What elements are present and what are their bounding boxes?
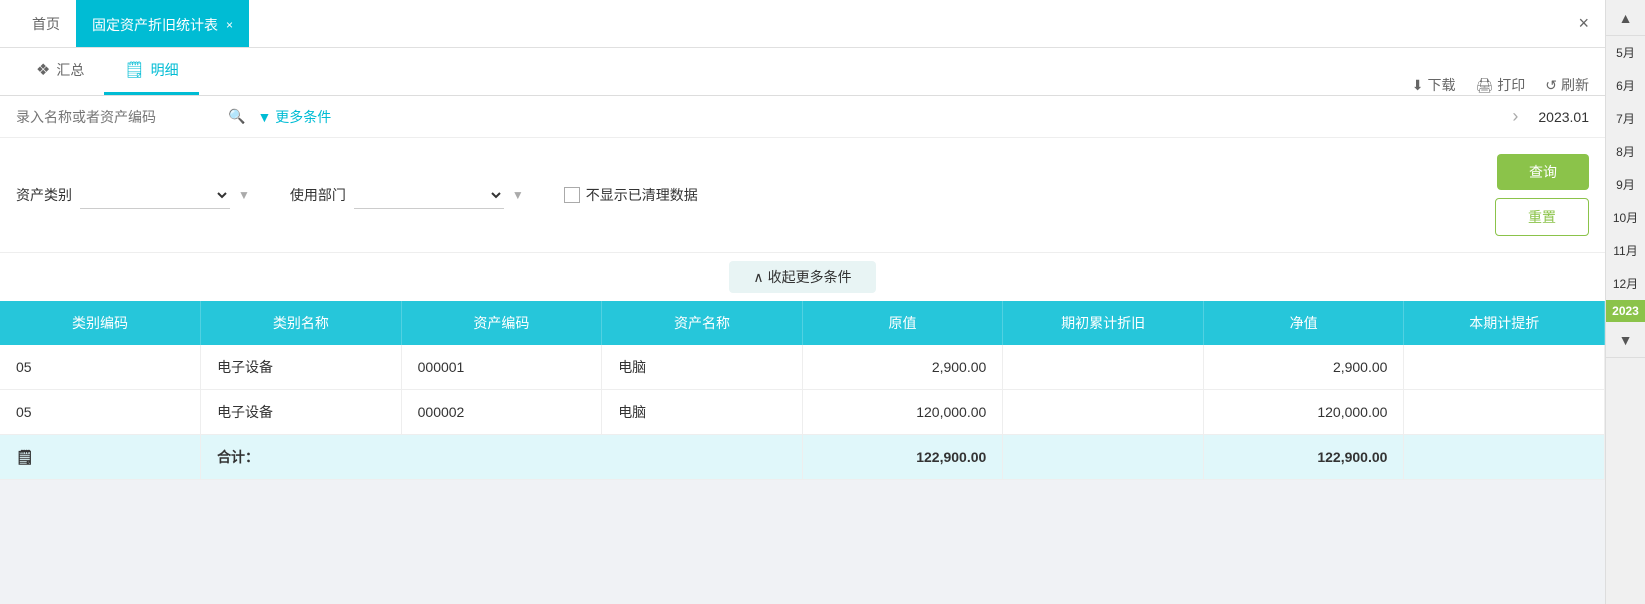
cell-asset-code: 000001 (401, 345, 602, 390)
department-label: 使用部门 (290, 185, 346, 205)
total-original: 122,900.00 (802, 435, 1003, 480)
expand-collapse-button[interactable]: › (1512, 106, 1518, 127)
cell-asset-name: 电脑 (602, 345, 803, 390)
col-accumulated-depr: 期初累计折旧 (1003, 301, 1204, 345)
col-category-code: 类别编码 (0, 301, 201, 345)
active-tab[interactable]: 固定资产折旧统计表 × (76, 0, 249, 47)
data-table: 类别编码 类别名称 资产编码 资产名称 原值 期初累计折旧 净值 本期计提折 0… (0, 301, 1605, 480)
total-label: 合计： (201, 435, 803, 480)
cell-original-value: 2,900.00 (802, 345, 1003, 390)
print-label: 打印 (1497, 75, 1525, 95)
cell-category-name: 电子设备 (201, 345, 402, 390)
collapse-label: 收起更多条件 (768, 267, 852, 287)
filter-icon: ▼ (257, 109, 271, 125)
search-bar: 🔍 ▼ 更多条件 › 2023.01 (0, 96, 1605, 138)
total-current (1404, 435, 1605, 480)
download-label: 下载 (1427, 75, 1455, 95)
collapse-more-button[interactable]: ∧ 收起更多条件 (729, 261, 875, 293)
cell-asset-name: 电脑 (602, 390, 803, 435)
summary-icon: ❖ (36, 60, 50, 80)
close-tab-button[interactable]: × (226, 18, 233, 32)
cell-category-code: 05 (0, 345, 201, 390)
sidebar-up-arrow[interactable]: ▲ (1606, 0, 1645, 36)
collapse-icon: ∧ (753, 269, 763, 286)
download-icon: ⬇ (1412, 77, 1424, 94)
right-sidebar: ▲ 5月6月7月8月9月10月11月12月 2023 ▼ (1605, 0, 1645, 604)
sidebar-month-item[interactable]: 9月 (1613, 168, 1638, 201)
asset-type-arrow: ▼ (238, 188, 250, 202)
refresh-label: 刷新 (1561, 75, 1589, 95)
tab-summary-label: 汇总 (56, 60, 84, 80)
total-icon: 🗒 (0, 435, 201, 480)
filter-button[interactable]: ▼ 更多条件 (257, 107, 331, 127)
department-select[interactable] (354, 182, 504, 209)
cell-original-value: 120,000.00 (802, 390, 1003, 435)
print-button[interactable]: 🖨 打印 (1475, 75, 1525, 95)
date-display: 2023.01 (1538, 109, 1589, 125)
cell-category-code: 05 (0, 390, 201, 435)
refresh-icon: ↺ (1545, 77, 1557, 94)
home-nav[interactable]: 首页 (16, 0, 76, 47)
col-asset-name: 资产名称 (602, 301, 803, 345)
asset-type-select[interactable] (80, 182, 230, 209)
table-row: 05 电子设备 000002 电脑 120,000.00 120,000.00 (0, 390, 1605, 435)
cell-net-value: 2,900.00 (1203, 345, 1404, 390)
table-header-row: 类别编码 类别名称 资产编码 资产名称 原值 期初累计折旧 净值 本期计提折 (0, 301, 1605, 345)
tab-bar: ❖ 汇总 🗒 明细 ⬇ 下载 🖨 打印 ↺ 刷新 (0, 48, 1605, 96)
col-asset-code: 资产编码 (401, 301, 602, 345)
hide-cleared-label: 不显示已清理数据 (586, 185, 698, 205)
tab-summary[interactable]: ❖ 汇总 (16, 48, 104, 95)
department-field: 使用部门 ▼ (290, 182, 524, 209)
table-row: 05 电子设备 000001 电脑 2,900.00 2,900.00 (0, 345, 1605, 390)
tab-detail[interactable]: 🗒 明细 (104, 48, 198, 95)
collapse-more-bar: ∧ 收起更多条件 (0, 253, 1605, 301)
cell-accumulated-depr (1003, 345, 1204, 390)
col-net-value: 净值 (1203, 301, 1404, 345)
query-button[interactable]: 查询 (1497, 154, 1589, 190)
filter-label: 更多条件 (275, 107, 331, 127)
window-close-button[interactable]: × (1578, 13, 1589, 34)
detail-icon: 🗒 (124, 60, 144, 80)
sidebar-month-item[interactable]: 7月 (1613, 102, 1638, 135)
col-current-depr: 本期计提折 (1404, 301, 1605, 345)
sidebar-month-item[interactable]: 11月 (1613, 234, 1638, 267)
cell-asset-code: 000002 (401, 390, 602, 435)
download-button[interactable]: ⬇ 下载 (1412, 75, 1456, 95)
cell-category-name: 电子设备 (201, 390, 402, 435)
data-table-container: 类别编码 类别名称 资产编码 资产名称 原值 期初累计折旧 净值 本期计提折 0… (0, 301, 1605, 480)
table-total-row: 🗒 合计： 122,900.00 122,900.00 (0, 435, 1605, 480)
hide-cleared-checkbox[interactable] (564, 187, 580, 203)
filter-panel: 资产类别 ▼ 使用部门 ▼ 不显示已清理数据 查询 重置 (0, 138, 1605, 253)
cell-current-depr (1404, 390, 1605, 435)
refresh-button[interactable]: ↺ 刷新 (1545, 75, 1589, 95)
cell-accumulated-depr (1003, 390, 1204, 435)
search-input[interactable] (16, 109, 216, 125)
asset-type-label: 资产类别 (16, 185, 72, 205)
sidebar-month-item[interactable]: 5月 (1613, 36, 1638, 69)
total-net-value: 122,900.00 (1203, 435, 1404, 480)
sidebar-month-item[interactable]: 8月 (1613, 135, 1638, 168)
department-arrow: ▼ (512, 188, 524, 202)
search-icon[interactable]: 🔍 (228, 108, 245, 125)
print-icon: 🖨 (1475, 77, 1493, 94)
sidebar-month-item[interactable]: 12月 (1613, 267, 1638, 300)
tab-detail-label: 明细 (151, 60, 179, 80)
cell-net-value: 120,000.00 (1203, 390, 1404, 435)
hide-cleared-field[interactable]: 不显示已清理数据 (564, 185, 698, 205)
cell-current-depr (1404, 345, 1605, 390)
col-original-value: 原值 (802, 301, 1003, 345)
total-accumulated (1003, 435, 1204, 480)
sidebar-month-item[interactable]: 10月 (1613, 201, 1638, 234)
sidebar-down-arrow[interactable]: ▼ (1606, 322, 1645, 358)
col-category-name: 类别名称 (201, 301, 402, 345)
tab-title: 固定资产折旧统计表 (92, 15, 218, 35)
sidebar-year-badge: 2023 (1606, 300, 1645, 322)
asset-type-field: 资产类别 ▼ (16, 182, 250, 209)
reset-button[interactable]: 重置 (1495, 198, 1589, 236)
sidebar-month-item[interactable]: 6月 (1613, 69, 1638, 102)
